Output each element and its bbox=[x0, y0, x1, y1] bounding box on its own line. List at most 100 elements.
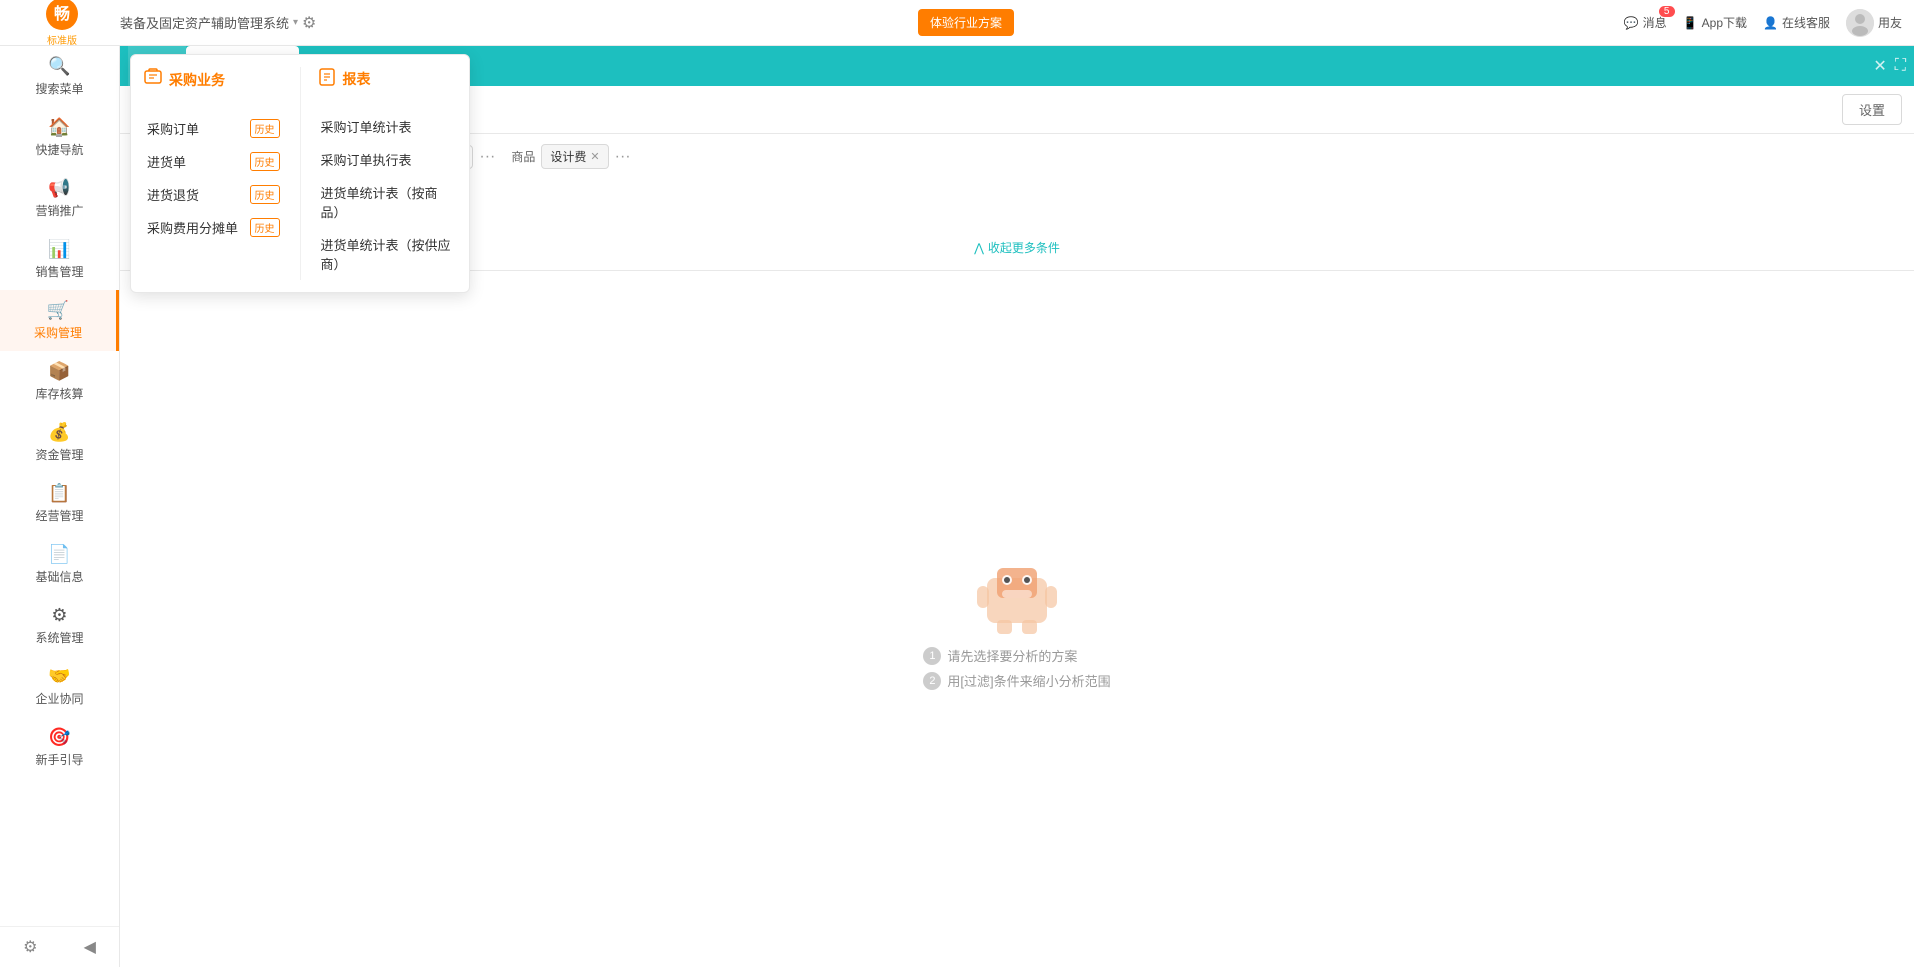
sidebar-item-operations-label: 经营管理 bbox=[35, 507, 83, 524]
home-icon: 🏠 bbox=[48, 117, 70, 138]
purchase-menu-icon bbox=[143, 67, 163, 92]
purchase-cost-label: 采购费用分摊单 bbox=[147, 218, 238, 237]
message-icon: 💬 bbox=[1624, 16, 1639, 30]
title-arrow-icon: ▾ bbox=[293, 17, 298, 28]
dropdown-item-purchase-order[interactable]: 采购订单 历史 bbox=[143, 112, 284, 145]
step1-text: 请先选择要分析的方案 bbox=[947, 646, 1077, 665]
message-action[interactable]: 💬 消息 5 bbox=[1624, 14, 1667, 31]
step1-dot: 1 bbox=[923, 647, 941, 665]
sidebar-item-finance-label: 资金管理 bbox=[35, 446, 83, 463]
sidebar-item-quick[interactable]: 🏠 快捷导航 bbox=[0, 107, 119, 168]
logo-text: 标准版 bbox=[47, 32, 77, 47]
sidebar-item-inventory[interactable]: 📦 库存核算 bbox=[0, 351, 119, 412]
sidebar-item-guide[interactable]: 🎯 新手引导 bbox=[0, 717, 119, 778]
app-container: 畅 标准版 装备及固定资产辅助管理系统 ▾ ⚙ 体验行业方案 💬 消息 5 📱 … bbox=[0, 0, 1914, 967]
goods-dots[interactable]: ··· bbox=[615, 148, 631, 166]
message-badge: 5 bbox=[1659, 6, 1675, 17]
sidebar-item-sales[interactable]: 📊 销售管理 bbox=[0, 229, 119, 290]
marketing-icon: 📢 bbox=[48, 178, 70, 199]
sidebar-item-finance[interactable]: 💰 资金管理 bbox=[0, 412, 119, 473]
sidebar-item-marketing[interactable]: 📢 营销推广 bbox=[0, 168, 119, 229]
dropdown-item-return[interactable]: 进货退货 历史 bbox=[143, 178, 284, 211]
purchase-order-label: 采购订单 bbox=[147, 119, 199, 138]
logo-icon: 畅 bbox=[46, 0, 78, 30]
sidebar-item-enterprise-label: 企业协同 bbox=[35, 690, 83, 707]
top-bar: 畅 标准版 装备及固定资产辅助管理系统 ▾ ⚙ 体验行业方案 💬 消息 5 📱 … bbox=[0, 0, 1914, 46]
history-badge-3: 历史 bbox=[250, 185, 280, 204]
sidebar-item-purchase[interactable]: 🛒 采购管理 bbox=[0, 290, 119, 351]
system-icon: ⚙ bbox=[51, 605, 67, 626]
finance-icon: 💰 bbox=[48, 422, 70, 443]
sidebar-item-inventory-label: 库存核算 bbox=[35, 385, 83, 402]
operations-icon: 📋 bbox=[48, 483, 70, 504]
sidebar-item-system[interactable]: ⚙ 系统管理 bbox=[0, 595, 119, 656]
dropdown-purchase-col: 采购业务 采购订单 历史 进货单 历史 进货退货 历史 采购费用分摊单 历史 bbox=[131, 67, 296, 280]
sidebar-item-search[interactable]: 🔍 搜索菜单 bbox=[0, 46, 119, 107]
sidebar-item-purchase-label: 采购管理 bbox=[34, 324, 82, 341]
dropdown-purchase-title: 采购业务 bbox=[143, 67, 284, 100]
service-icon: 👤 bbox=[1763, 16, 1778, 30]
empty-illustration bbox=[972, 548, 1062, 638]
phone-icon: 📱 bbox=[1683, 16, 1698, 30]
search-icon: 🔍 bbox=[48, 56, 70, 77]
sidebar-bottom: ⚙ ◀ bbox=[0, 926, 119, 967]
basic-icon: 📄 bbox=[48, 544, 70, 565]
app-download-action[interactable]: 📱 App下载 bbox=[1683, 14, 1747, 31]
dropdown-menu: 采购业务 采购订单 历史 进货单 历史 进货退货 历史 采购费用分摊单 历史 bbox=[130, 54, 470, 293]
goods-tag-close-icon[interactable]: ✕ bbox=[590, 150, 599, 163]
enterprise-icon: 🤝 bbox=[48, 666, 70, 687]
sidebar-item-quick-label: 快捷导航 bbox=[35, 141, 83, 158]
empty-visual bbox=[972, 548, 1062, 638]
settings-button[interactable]: 设置 bbox=[1842, 94, 1902, 125]
dropdown-item-purchase-cost[interactable]: 采购费用分摊单 历史 bbox=[143, 211, 284, 244]
online-service-action[interactable]: 👤 在线客服 bbox=[1763, 14, 1830, 31]
dropdown-report-title: 报表 bbox=[317, 67, 458, 98]
history-badge-4: 历史 bbox=[250, 218, 280, 237]
empty-step1: 1 请先选择要分析的方案 bbox=[923, 646, 1110, 665]
collapse-label: 收起更多条件 bbox=[988, 239, 1060, 256]
dropdown-item-inbound[interactable]: 进货单 历史 bbox=[143, 145, 284, 178]
sidebar-item-basic[interactable]: 📄 基础信息 bbox=[0, 534, 119, 595]
goods-tag: 设计费 ✕ bbox=[541, 144, 608, 169]
trial-button[interactable]: 体验行业方案 bbox=[918, 9, 1014, 36]
status-dots[interactable]: ··· bbox=[479, 148, 495, 166]
sidebar-item-sales-label: 销售管理 bbox=[35, 263, 83, 280]
dropdown-report-item-4[interactable]: 进货单统计表（按供应商） bbox=[317, 228, 458, 280]
avatar bbox=[1846, 9, 1874, 37]
sidebar-item-operations[interactable]: 📋 经营管理 bbox=[0, 473, 119, 534]
dropdown-divider bbox=[300, 67, 301, 280]
filter-goods: 商品 设计费 ✕ ··· bbox=[511, 144, 630, 169]
dropdown-report-item-2[interactable]: 采购订单执行表 bbox=[317, 143, 458, 176]
online-service-label: 在线客服 bbox=[1782, 14, 1830, 31]
step2-dot: 2 bbox=[923, 672, 941, 690]
step2-text: 用[过滤]条件来缩小分析范围 bbox=[947, 671, 1110, 690]
top-actions: 💬 消息 5 📱 App下载 👤 在线客服 用友 bbox=[1624, 9, 1902, 37]
svg-text:畅: 畅 bbox=[54, 4, 70, 23]
collapse-up-icon: ⋀ bbox=[974, 241, 984, 255]
tab-close-all-icon[interactable]: ✕ bbox=[1873, 56, 1886, 76]
user-action[interactable]: 用友 bbox=[1846, 9, 1902, 37]
inventory-icon: 📦 bbox=[48, 361, 70, 382]
sidebar-item-enterprise[interactable]: 🤝 企业协同 bbox=[0, 656, 119, 717]
sidebar-settings-button[interactable]: ⚙ bbox=[23, 937, 37, 957]
system-title: 装备及固定资产辅助管理系统 ▾ ⚙ bbox=[120, 13, 320, 33]
report-menu-icon bbox=[317, 67, 337, 90]
dropdown-report-item-3[interactable]: 进货单统计表（按商品） bbox=[317, 176, 458, 228]
system-settings-icon[interactable]: ⚙ bbox=[302, 13, 316, 33]
sidebar-collapse-button[interactable]: ◀ bbox=[84, 937, 96, 957]
empty-state: 1 请先选择要分析的方案 2 用[过滤]条件来缩小分析范围 bbox=[923, 548, 1110, 690]
sidebar-item-guide-label: 新手引导 bbox=[35, 751, 83, 768]
sidebar-item-basic-label: 基础信息 bbox=[35, 568, 83, 585]
sidebar-item-system-label: 系统管理 bbox=[35, 629, 83, 646]
sidebar: 🔍 搜索菜单 🏠 快捷导航 📢 营销推广 📊 销售管理 🛒 采购管 bbox=[0, 46, 120, 967]
tab-expand-icon[interactable]: ⛶ bbox=[1895, 57, 1906, 75]
guide-icon: 🎯 bbox=[48, 727, 70, 748]
dropdown-report-item-1[interactable]: 采购订单统计表 bbox=[317, 110, 458, 143]
tab-bar-actions: ✕ ⛶ bbox=[1873, 56, 1906, 76]
sidebar-item-search-label: 搜索菜单 bbox=[35, 80, 83, 97]
dropdown-report-col: 报表 采购订单统计表 采购订单执行表 进货单统计表（按商品） 进货单统计表（按供… bbox=[305, 67, 470, 280]
app-download-label: App下载 bbox=[1702, 14, 1747, 31]
inbound-label: 进货单 bbox=[147, 152, 186, 171]
dropdown-purchase-title-text: 采购业务 bbox=[169, 70, 225, 90]
sidebar-item-marketing-label: 营销推广 bbox=[35, 202, 83, 219]
